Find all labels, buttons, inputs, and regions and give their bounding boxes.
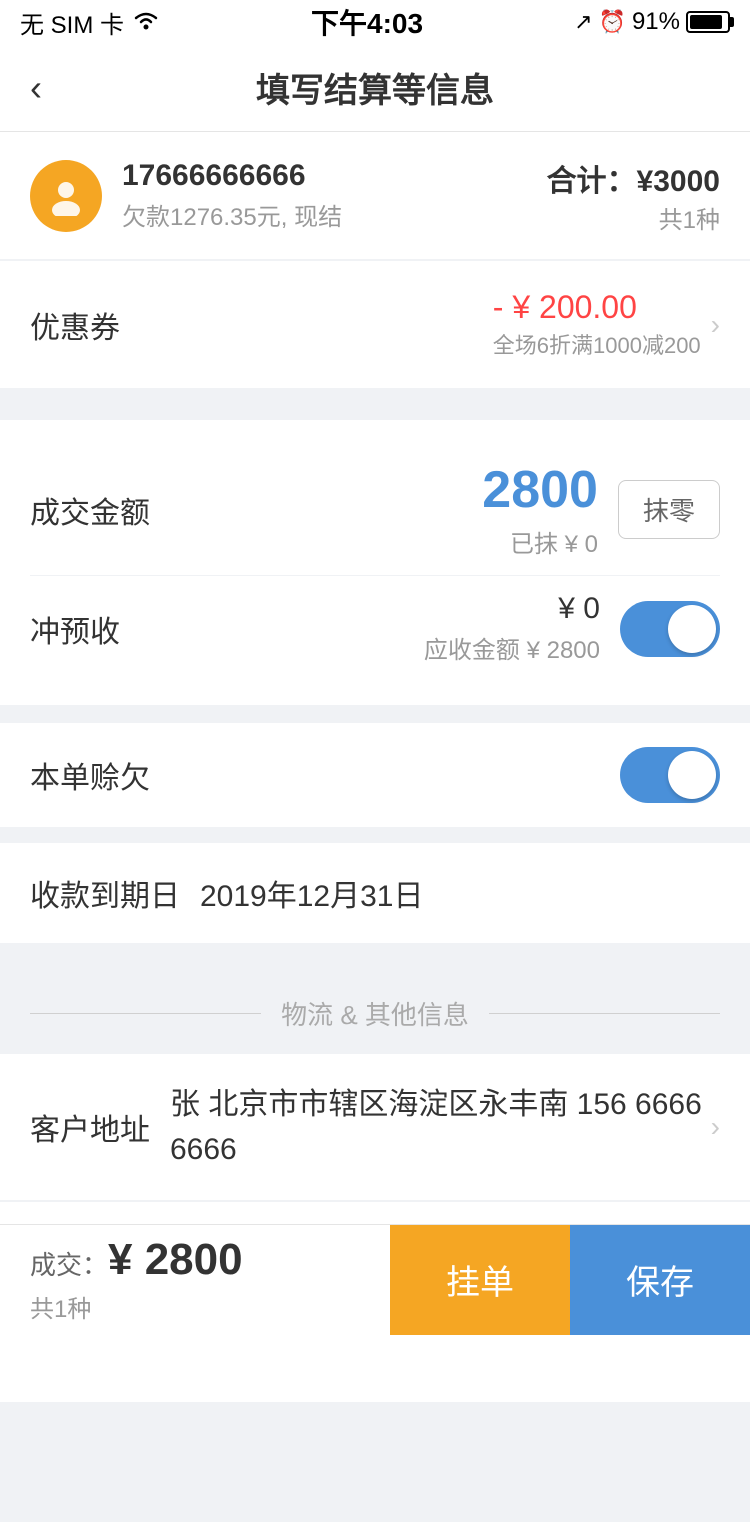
location-icon: ↗	[574, 9, 592, 35]
prepay-toggle[interactable]	[620, 601, 720, 657]
battery-icon	[686, 11, 730, 33]
coupon-arrow-icon: ›	[711, 309, 720, 341]
status-time: 下午4:03	[311, 2, 423, 42]
status-right: ↗ ⏰ 91%	[574, 8, 730, 36]
coupon-desc: 全场6折满1000减200	[493, 328, 701, 360]
section-separator-2	[0, 707, 750, 723]
section-separator	[0, 404, 750, 420]
user-info-card: 17666666666 欠款1276.35元, 现结 合计：¥3000 共1种	[0, 132, 750, 259]
page-title: 填写结算等信息	[256, 63, 494, 112]
back-button[interactable]: ‹	[30, 67, 42, 109]
bottom-bar: 成交：¥ 2800 共1种 挂单 保存	[0, 1224, 750, 1334]
debt-toggle[interactable]	[620, 747, 720, 803]
due-date-value: 2019年12月31日	[200, 871, 423, 915]
address-arrow-icon: ›	[711, 1111, 720, 1143]
address-section[interactable]: 客户地址 张 北京市市辖区海淀区永丰南 156 6666 6666 ›	[0, 1054, 750, 1200]
coupon-row[interactable]: 优惠券 - ¥ 200.00 全场6折满1000减200 ›	[0, 261, 750, 388]
toggle-knob	[668, 605, 716, 653]
prepay-amount: ¥ 0	[424, 592, 600, 626]
carrier-label: 无 SIM 卡	[20, 5, 124, 40]
save-button[interactable]: 保存	[570, 1225, 750, 1335]
debt-label: 本单赊欠	[30, 753, 150, 797]
battery-percent: 91%	[632, 8, 680, 36]
total-amount: 合计：¥3000	[547, 156, 720, 200]
user-phone: 17666666666	[122, 159, 342, 193]
status-left: 无 SIM 卡	[20, 5, 160, 40]
total-count: 共1种	[547, 200, 720, 235]
avatar	[30, 160, 102, 232]
user-debt: 欠款1276.35元, 现结	[122, 197, 342, 232]
nav-bar: ‹ 填写结算等信息	[0, 44, 750, 132]
amount-label: 成交金额	[30, 488, 150, 532]
round-button[interactable]: 抹零	[618, 480, 720, 539]
section-separator-3	[0, 959, 750, 975]
bottom-count: 共1种	[30, 1289, 360, 1324]
address-value: 张 北京市市辖区海淀区永丰南 156 6666 6666	[170, 1082, 711, 1172]
coupon-label: 优惠券	[30, 303, 120, 347]
amount-section: 成交金额 2800 已抹 ¥ 0 抹零 冲预收 ¥ 0 应收金额 ¥ 2800	[0, 420, 750, 705]
deal-amount-row: 成交金额 2800 已抹 ¥ 0 抹零	[30, 444, 720, 575]
logistics-divider: 物流 & 其他信息	[0, 975, 750, 1052]
bottom-deal-label: 成交：	[30, 1250, 108, 1280]
debt-section: 本单赊欠	[0, 723, 750, 827]
alarm-icon: ⏰	[599, 9, 626, 35]
prepay-label: 冲预收	[30, 607, 120, 651]
prepay-sub: 应收金额 ¥ 2800	[424, 630, 600, 665]
wifi-icon	[132, 8, 160, 37]
due-date-label: 收款到期日	[30, 871, 180, 915]
prepay-row: 冲预收 ¥ 0 应收金额 ¥ 2800	[30, 575, 720, 681]
debt-toggle-knob	[668, 751, 716, 799]
amount-sub: 已抹 ¥ 0	[482, 524, 598, 559]
address-label: 客户地址	[30, 1105, 150, 1149]
bottom-summary: 成交：¥ 2800 共1种	[0, 1235, 390, 1324]
due-date-section: 收款到期日 2019年12月31日	[0, 843, 750, 943]
logistics-label: 物流 & 其他信息	[281, 995, 469, 1032]
status-bar: 无 SIM 卡 下午4:03 ↗ ⏰ 91%	[0, 0, 750, 44]
bottom-deal-amount: ¥ 2800	[108, 1235, 243, 1284]
amount-value: 2800	[482, 460, 598, 520]
coupon-amount: - ¥ 200.00	[493, 289, 701, 326]
hang-button[interactable]: 挂单	[390, 1225, 570, 1335]
